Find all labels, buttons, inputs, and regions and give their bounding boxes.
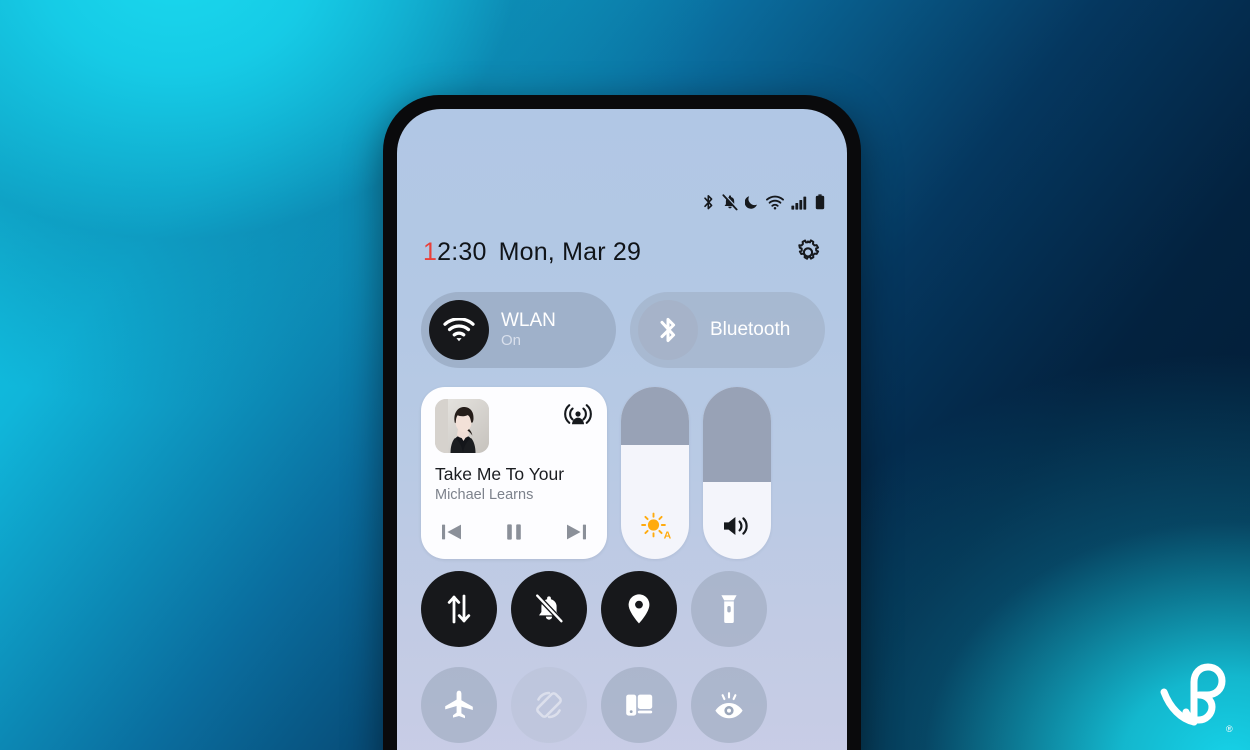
battery-icon — [815, 194, 825, 210]
moon-icon — [745, 194, 759, 210]
media-and-sliders-row: Take Me To Your Michael Learns A — [421, 387, 825, 559]
bluetooth-icon — [702, 194, 715, 211]
phone-device-frame: 1 2:30 Mon, Mar 29 WLAN On Bluetooth Tak… — [383, 95, 861, 750]
gear-icon[interactable] — [793, 237, 823, 267]
auto-rotate-toggle[interactable] — [511, 667, 587, 743]
airplane-mode-toggle[interactable] — [421, 667, 497, 743]
wlan-tile-text: WLAN On — [501, 309, 556, 349]
album-art — [435, 399, 489, 453]
auto-brightness-icon: A — [621, 509, 689, 543]
wifi-icon — [766, 195, 784, 210]
screen-cast-toggle[interactable] — [601, 667, 677, 743]
silent-mode-toggle[interactable] — [511, 571, 587, 647]
media-controls — [435, 517, 593, 547]
bluetooth-tile-title: Bluetooth — [710, 318, 791, 340]
flashlight-toggle[interactable] — [691, 571, 767, 647]
header-row: 1 2:30 Mon, Mar 29 — [397, 237, 847, 267]
wlan-tile-status: On — [501, 331, 522, 349]
skip-next-icon[interactable] — [559, 517, 593, 547]
signal-bars-icon — [791, 195, 808, 210]
volume-icon — [703, 509, 771, 543]
bluetooth-icon[interactable] — [638, 300, 698, 360]
brightness-slider-fill — [621, 387, 689, 446]
volume-slider-fill — [703, 387, 771, 482]
wlan-tile[interactable]: WLAN On — [421, 292, 616, 368]
mobile-data-toggle[interactable] — [421, 571, 497, 647]
bluetooth-tile-text: Bluetooth — [710, 318, 791, 341]
status-bar — [702, 193, 825, 211]
bell-muted-icon — [722, 193, 738, 211]
clock-rest: 2:30 — [437, 237, 487, 266]
eye-comfort-toggle[interactable] — [691, 667, 767, 743]
wlan-tile-title: WLAN — [501, 309, 556, 331]
connectivity-tiles: WLAN On Bluetooth — [421, 292, 825, 368]
location-toggle[interactable] — [601, 571, 677, 647]
svg-text:®: ® — [1226, 724, 1233, 734]
clock-highlight-digit: 1 — [423, 237, 438, 266]
screenshot-stage: 1 2:30 Mon, Mar 29 WLAN On Bluetooth Tak… — [0, 0, 1250, 750]
cast-icon[interactable] — [563, 401, 593, 431]
pause-icon[interactable] — [497, 517, 531, 547]
brightness-slider[interactable]: A — [621, 387, 689, 559]
svg-text:A: A — [664, 529, 672, 541]
quick-toggles-row-2 — [421, 667, 825, 743]
quick-toggles-row-1 — [421, 571, 825, 647]
wifi-icon[interactable] — [429, 300, 489, 360]
date-label: Mon, Mar 29 — [498, 237, 642, 266]
track-artist: Michael Learns — [435, 487, 534, 503]
phone-screen: 1 2:30 Mon, Mar 29 WLAN On Bluetooth Tak… — [397, 109, 847, 750]
volume-slider[interactable] — [703, 387, 771, 559]
track-title: Take Me To Your — [435, 464, 565, 484]
skip-previous-icon[interactable] — [435, 517, 469, 547]
media-player-card[interactable]: Take Me To Your Michael Learns — [421, 387, 607, 559]
clock: 1 2:30 — [423, 238, 487, 267]
brand-logo: ® — [1148, 652, 1240, 744]
bluetooth-tile[interactable]: Bluetooth — [630, 292, 825, 368]
